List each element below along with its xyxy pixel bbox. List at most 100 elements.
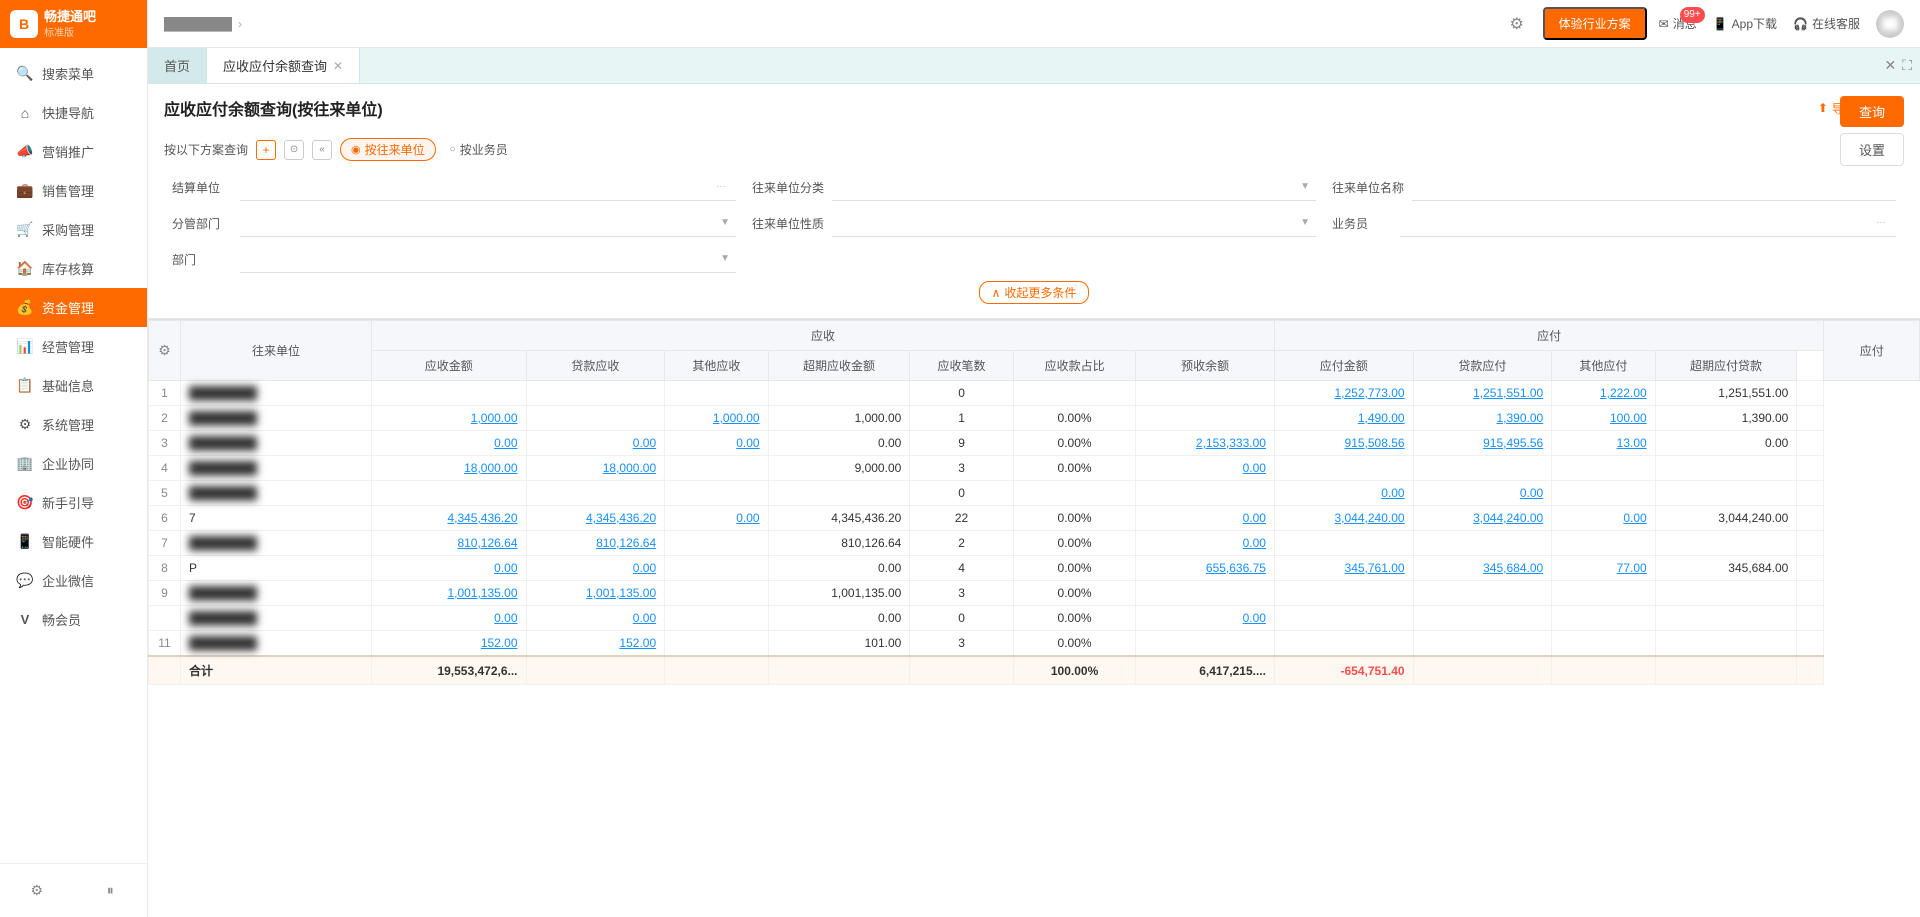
cell-link[interactable]: 152.00	[619, 636, 656, 650]
cell-link[interactable]: 0.00	[633, 561, 656, 575]
sidebar-item-ops[interactable]: 📊经营管理	[0, 327, 147, 366]
cell-link[interactable]: 0.00	[1243, 536, 1266, 550]
cell-link[interactable]: 1,001,135.00	[586, 586, 656, 600]
cell-link[interactable]: 0.00	[1243, 461, 1266, 475]
cell-link[interactable]: 77.00	[1617, 561, 1647, 575]
tab-query[interactable]: 应收应付余额查询 ✕	[207, 48, 360, 83]
cell-link[interactable]: 18,000.00	[464, 461, 517, 475]
cell-link[interactable]: 0.00	[1243, 511, 1266, 525]
cell-link[interactable]: 1,000.00	[713, 411, 760, 425]
sidebar-item-wechat[interactable]: 💬企业微信	[0, 561, 147, 600]
cell-ar-ratio: 0.00%	[1013, 631, 1136, 657]
sidebar-item-vip[interactable]: V畅会员	[0, 600, 147, 639]
cell-ar-amount: 18,000.00	[372, 456, 527, 481]
cell-ap-cont	[1797, 381, 1824, 406]
cell-link[interactable]: 0.00	[494, 611, 517, 625]
partner-category-select[interactable]: ▼	[832, 173, 1316, 201]
settings-button[interactable]: 设置	[1840, 133, 1904, 166]
sidebar-item-system[interactable]: ⚙系统管理	[0, 405, 147, 444]
partner-name-input[interactable]	[1412, 173, 1896, 201]
cell-link[interactable]: 655,636.75	[1206, 561, 1266, 575]
cell-link[interactable]: 18,000.00	[603, 461, 656, 475]
cell-link[interactable]: 915,508.56	[1345, 436, 1405, 450]
table-settings-icon[interactable]: ⚙	[158, 342, 171, 358]
sidebar-collapse-btn[interactable]: ⏸	[74, 874, 148, 907]
scheme-tag-partner[interactable]: ◉ 按往来单位	[340, 138, 436, 161]
sidebar-item-search[interactable]: 🔍搜索菜单	[0, 54, 147, 93]
promo-button[interactable]: 体验行业方案	[1543, 7, 1647, 40]
sidebar-item-sales[interactable]: 💼销售管理	[0, 171, 147, 210]
window-close-btn[interactable]: ✕	[1884, 57, 1896, 74]
cell-link[interactable]: 0.00	[736, 436, 759, 450]
scheme-item-salesperson[interactable]: ○ 按业务员	[444, 139, 514, 160]
cell-link[interactable]: 1,252,773.00	[1335, 386, 1405, 400]
cell-link[interactable]: 915,495.56	[1483, 436, 1543, 450]
cell-link[interactable]: 1,001,135.00	[447, 586, 517, 600]
salesperson-select[interactable]: ···	[1400, 209, 1896, 237]
tab-home[interactable]: 首页	[148, 48, 207, 83]
cell-ar-count: 4	[910, 556, 1013, 581]
cell-link[interactable]: 345,684.00	[1483, 561, 1543, 575]
cell-link[interactable]: 4,345,436.20	[447, 511, 517, 525]
scheme-collapse-btn[interactable]: «	[312, 140, 332, 160]
cell-link[interactable]: 100.00	[1610, 411, 1647, 425]
cell-link[interactable]: 1,000.00	[471, 411, 518, 425]
partner-nature-label: 往来单位性质	[752, 215, 824, 232]
cell-link[interactable]: 810,126.64	[596, 536, 656, 550]
table-wrapper[interactable]: ⚙ 往来单位 应收 应付 应付 应收金额 贷款应收 其他应收 超期应收金额 应收…	[148, 319, 1920, 917]
cell-ar-ratio	[1013, 481, 1136, 506]
cell-link[interactable]: 0.00	[736, 511, 759, 525]
sidebar-item-guide[interactable]: 🎯新手引导	[0, 483, 147, 522]
cell-link[interactable]: 1,222.00	[1600, 386, 1647, 400]
cell-link[interactable]: 0.00	[494, 561, 517, 575]
cell-link[interactable]: 0.00	[1243, 611, 1266, 625]
cell-link[interactable]: 0.00	[633, 611, 656, 625]
th-settings[interactable]: ⚙	[149, 321, 181, 381]
scheme-settings-btn[interactable]: ⊙	[284, 140, 304, 160]
sidebar-settings-btn[interactable]: ⚙	[0, 874, 74, 907]
user-avatar[interactable]: ██	[1876, 10, 1904, 38]
notifications-btn[interactable]: ✉ 消息 99+	[1659, 15, 1697, 32]
sidebar-item-purchase[interactable]: 🛒采购管理	[0, 210, 147, 249]
cell-link[interactable]: 1,490.00	[1358, 411, 1405, 425]
cell-link[interactable]: 3,044,240.00	[1335, 511, 1405, 525]
settlement-input[interactable]: ···	[240, 173, 736, 201]
cell-link[interactable]: 1,390.00	[1496, 411, 1543, 425]
cell-link[interactable]: 0.00	[1381, 486, 1404, 500]
sidebar-item-base[interactable]: 📋基础信息	[0, 366, 147, 405]
tab-query-close[interactable]: ✕	[333, 59, 343, 73]
cell-link[interactable]: 810,126.64	[457, 536, 517, 550]
cell-link[interactable]: 0.00	[1520, 486, 1543, 500]
sidebar-item-finance[interactable]: 💰资金管理	[0, 288, 147, 327]
dept-select[interactable]: ▼	[240, 209, 736, 237]
scheme-add-btn[interactable]: +	[256, 140, 276, 160]
cell-link[interactable]: 0.00	[1623, 511, 1646, 525]
query-button[interactable]: 查询	[1840, 96, 1904, 127]
sidebar-item-hardware[interactable]: 📱智能硬件	[0, 522, 147, 561]
app-download-btn[interactable]: 📱 App下载	[1713, 15, 1777, 32]
sidebar-item-collab[interactable]: 🏢企业协同	[0, 444, 147, 483]
settlement-dots[interactable]: ···	[712, 181, 730, 192]
gear-button[interactable]: ⚙	[1503, 10, 1531, 38]
cell-ar-amount: 0.00	[372, 431, 527, 456]
th-ar-count: 应收笔数	[910, 351, 1013, 381]
cell-link[interactable]: 3,044,240.00	[1473, 511, 1543, 525]
customer-service-btn[interactable]: 🎧 在线客服	[1793, 15, 1860, 32]
sidebar-item-quick[interactable]: ⌂快捷导航	[0, 93, 147, 132]
sidebar-item-inventory[interactable]: 🏠库存核算	[0, 249, 147, 288]
cell-link[interactable]: 4,345,436.20	[586, 511, 656, 525]
cell-link[interactable]: 1,251,551.00	[1473, 386, 1543, 400]
collapse-btn[interactable]: ∧ 收起更多条件	[979, 281, 1090, 304]
sidebar-item-marketing[interactable]: 📣营销推广	[0, 132, 147, 171]
cell-link[interactable]: 0.00	[494, 436, 517, 450]
cell-link[interactable]: 152.00	[481, 636, 518, 650]
partner-nature-select[interactable]: ▼	[832, 209, 1316, 237]
cell-ar-other: 1,000.00	[665, 406, 768, 431]
salesperson-dots[interactable]: ···	[1872, 217, 1890, 228]
cell-link[interactable]: 13.00	[1617, 436, 1647, 450]
cell-link[interactable]: 2,153,333.00	[1196, 436, 1266, 450]
subdept-select[interactable]: ▼	[240, 245, 736, 273]
cell-link[interactable]: 345,761.00	[1345, 561, 1405, 575]
cell-link[interactable]: 0.00	[633, 436, 656, 450]
window-maximize-btn[interactable]: ⛶	[1902, 57, 1912, 74]
